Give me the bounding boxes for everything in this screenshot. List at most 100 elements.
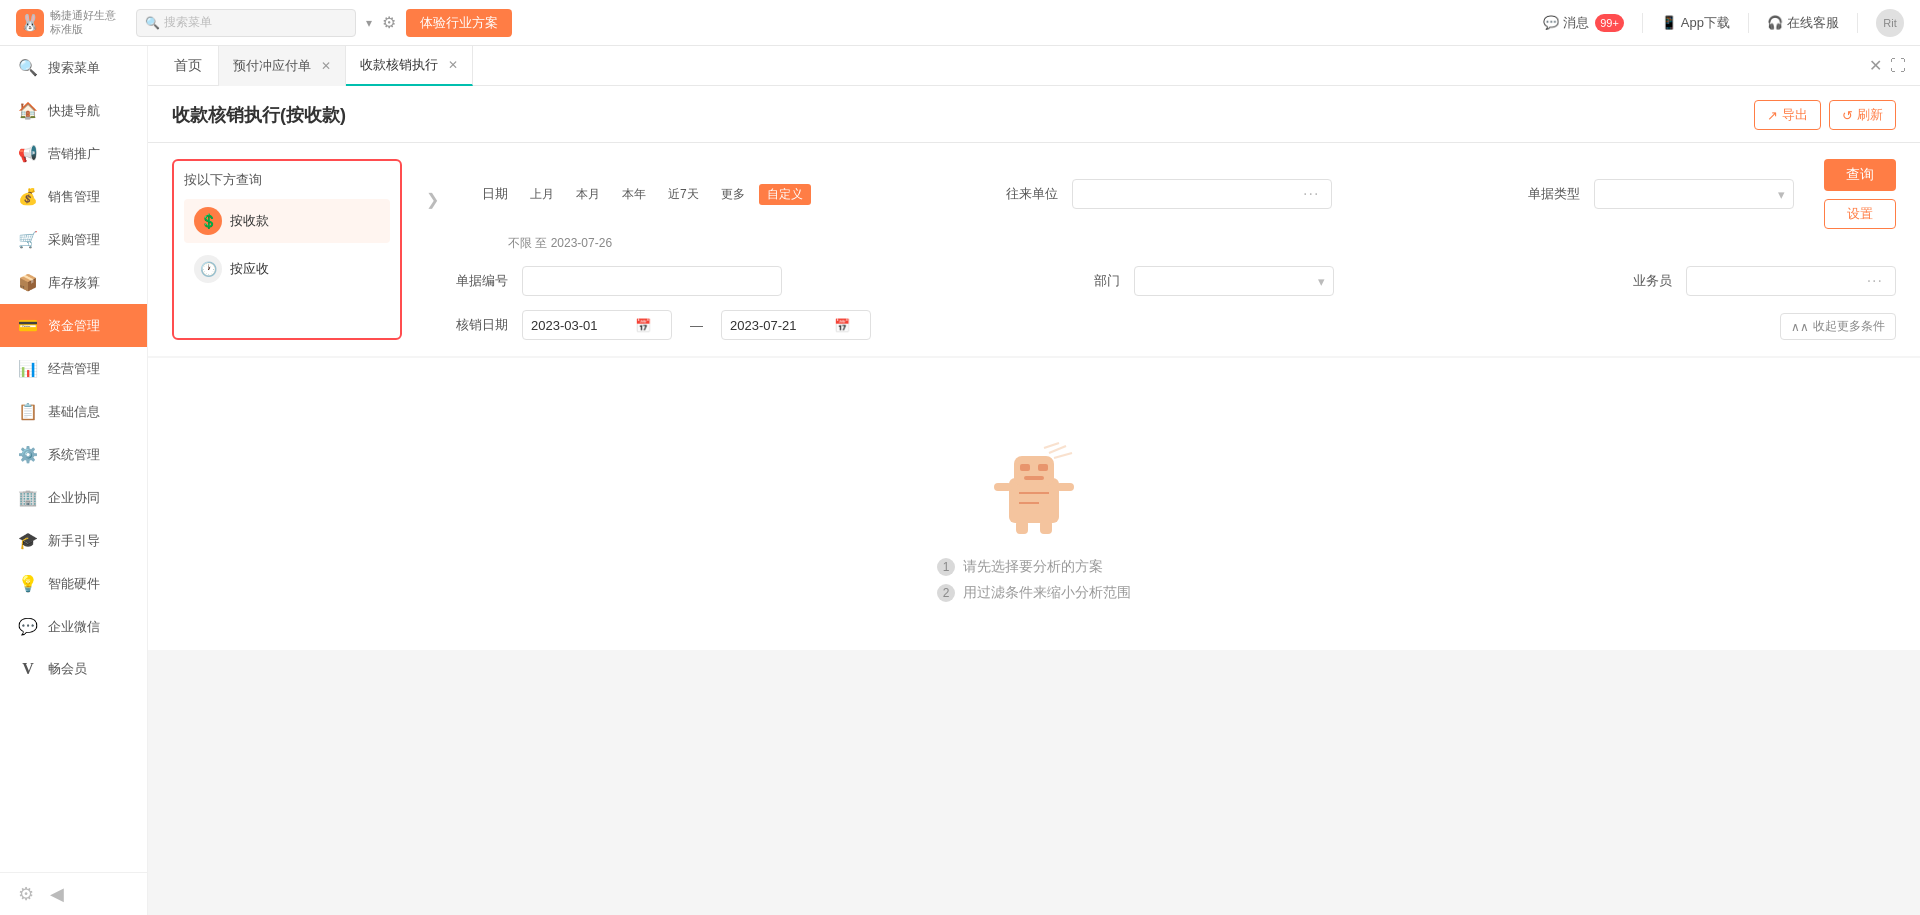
staff-dots[interactable]: ··· (1863, 272, 1887, 290)
weixin-icon: 💬 (18, 617, 38, 636)
panel-collapse-btn[interactable]: ❯ (422, 179, 442, 219)
filter-fields: 日期 上月 本月 本年 近7天 更多 自定义 往来单位 ··· (452, 159, 1896, 340)
marketing-icon: 📢 (18, 144, 38, 163)
tab-home[interactable]: 首页 (158, 46, 219, 86)
divider3 (1857, 13, 1858, 33)
tab-close-prepay[interactable]: ✕ (321, 59, 331, 73)
receivable-option-label: 按应收 (230, 260, 269, 278)
settings-button[interactable]: 设置 (1824, 199, 1896, 229)
tab-bar: 首页 预付冲应付单 ✕ 收款核销执行 ✕ ✕ ⛶ (148, 46, 1920, 86)
finance-icon: 💳 (18, 316, 38, 335)
staff-input[interactable] (1695, 274, 1863, 289)
counterpart-input-wrap: ··· (1072, 179, 1332, 209)
tab-close-receipt[interactable]: ✕ (448, 58, 458, 72)
receipt-option-label: 按收款 (230, 212, 269, 230)
date-this-month-btn[interactable]: 本月 (568, 184, 608, 205)
date-quick-btns: 上月 本月 本年 近7天 更多 自定义 (522, 184, 811, 205)
sidebar-item-system[interactable]: ⚙️ 系统管理 (0, 433, 147, 476)
tab-fullscreen-icon[interactable]: ⛶ (1890, 57, 1906, 75)
filter-by-receipt[interactable]: 💲 按收款 (184, 199, 390, 243)
svg-rect-1 (1014, 456, 1054, 486)
doc-no-input-wrap (522, 266, 782, 296)
doc-no-input[interactable] (531, 274, 773, 289)
message-action[interactable]: 💬 消息 99+ (1543, 14, 1624, 32)
staff-label: 业务员 (1616, 272, 1672, 290)
tab-prepay[interactable]: 预付冲应付单 ✕ (219, 46, 346, 86)
filter-panel: 按以下方查询 💲 按收款 🕐 按应收 ❯ 日期 上月 (148, 143, 1920, 356)
doc-type-select[interactable]: ▾ (1594, 179, 1794, 209)
sidebar-collapse-icon[interactable]: ◀ (50, 883, 64, 905)
verify-date-end-input[interactable] (730, 318, 830, 333)
home-icon: 🏠 (18, 101, 38, 120)
top-actions: 💬 消息 99+ 📱 App下载 🎧 在线客服 Rit (1543, 9, 1904, 37)
sidebar-item-hardware[interactable]: 💡 智能硬件 (0, 562, 147, 605)
sidebar-item-inventory[interactable]: 📦 库存核算 (0, 261, 147, 304)
verify-date-start-input[interactable] (531, 318, 631, 333)
verify-date-start-field: 📅 (522, 310, 672, 340)
empty-tip-2: 2 用过滤条件来缩小分析范围 (937, 584, 1131, 602)
refresh-button[interactable]: ↺ 刷新 (1829, 100, 1896, 130)
online-service-action[interactable]: 🎧 在线客服 (1767, 14, 1839, 32)
svg-rect-2 (1020, 464, 1030, 471)
empty-state: 1 请先选择要分析的方案 2 用过滤条件来缩小分析范围 (148, 358, 1920, 650)
svg-rect-8 (1056, 483, 1074, 491)
svg-rect-9 (1016, 520, 1028, 534)
divider (1642, 13, 1643, 33)
export-button[interactable]: ↗ 导出 (1754, 100, 1821, 130)
svg-rect-4 (1024, 476, 1044, 480)
svg-line-13 (1049, 446, 1066, 453)
counterpart-dots[interactable]: ··· (1299, 185, 1323, 203)
message-icon: 💬 (1543, 15, 1559, 30)
sidebar-item-finance[interactable]: 💳 资金管理 (0, 304, 147, 347)
doc-type-chevron-icon: ▾ (1778, 187, 1785, 202)
settings-gear-icon[interactable]: ⚙ (382, 13, 396, 32)
tip-num-1: 1 (937, 558, 955, 576)
receivable-option-icon: 🕐 (194, 255, 222, 283)
calendar-start-icon[interactable]: 📅 (635, 318, 651, 333)
sidebar-item-basic[interactable]: 📋 基础信息 (0, 390, 147, 433)
calendar-end-icon[interactable]: 📅 (834, 318, 850, 333)
sidebar-item-purchase[interactable]: 🛒 采购管理 (0, 218, 147, 261)
date-range-hint: 不限 至 2023-07-26 (508, 236, 612, 250)
search-chevron-icon[interactable]: ▾ (366, 16, 372, 30)
sidebar-item-marketing[interactable]: 📢 营销推广 (0, 132, 147, 175)
tab-receipt[interactable]: 收款核销执行 ✕ (346, 46, 473, 86)
refresh-icon: ↺ (1842, 108, 1853, 123)
basic-icon: 📋 (18, 402, 38, 421)
logo-icon: 🐰 (16, 9, 44, 37)
sidebar-item-search[interactable]: 🔍 搜索菜单 (0, 46, 147, 89)
sidebar-item-member[interactable]: V 畅会员 (0, 648, 147, 690)
filter-row-2: 单据编号 部门 ▾ 业务员 ··· (452, 266, 1896, 296)
date-custom-tag[interactable]: 自定义 (759, 184, 811, 205)
top-bar: 🐰 畅捷通好生意 标准版 🔍 搜索菜单 ▾ ⚙ 体验行业方案 💬 消息 99+ … (0, 0, 1920, 46)
collapse-icon: ∧∧ (1791, 320, 1809, 334)
page-area: 收款核销执行(按收款) ↗ 导出 ↺ 刷新 按以下方查询 (148, 86, 1920, 915)
filter-row-1: 日期 上月 本月 本年 近7天 更多 自定义 往来单位 ··· (452, 159, 1896, 229)
counterpart-label: 往来单位 (1002, 185, 1058, 203)
sidebar-item-sales[interactable]: 💰 销售管理 (0, 175, 147, 218)
date-7days-btn[interactable]: 近7天 (660, 184, 707, 205)
inventory-icon: 📦 (18, 273, 38, 292)
tab-close-all-icon[interactable]: ✕ (1869, 56, 1882, 75)
sidebar-settings-icon[interactable]: ⚙ (18, 883, 34, 905)
date-label: 日期 (452, 185, 508, 203)
enterprise-icon: 🏢 (18, 488, 38, 507)
sidebar-item-enterprise[interactable]: 🏢 企业协同 (0, 476, 147, 519)
filter-by-receivable[interactable]: 🕐 按应收 (184, 247, 390, 291)
tab-controls: ✕ ⛶ (1869, 56, 1910, 75)
date-last-month-btn[interactable]: 上月 (522, 184, 562, 205)
sidebar-item-quicknav[interactable]: 🏠 快捷导航 (0, 89, 147, 132)
date-this-year-btn[interactable]: 本年 (614, 184, 654, 205)
app-download-action[interactable]: 📱 App下载 (1661, 14, 1730, 32)
main-content: 首页 预付冲应付单 ✕ 收款核销执行 ✕ ✕ ⛶ 收款核销执行(按收款) ↗ 导… (148, 46, 1920, 915)
sidebar-item-weixin[interactable]: 💬 企业微信 (0, 605, 147, 648)
industry-btn[interactable]: 体验行业方案 (406, 9, 512, 37)
query-button[interactable]: 查询 (1824, 159, 1896, 191)
sidebar-item-management[interactable]: 📊 经营管理 (0, 347, 147, 390)
collapse-more-btn[interactable]: ∧∧ 收起更多条件 (1780, 313, 1896, 340)
date-more-btn[interactable]: 更多 (713, 184, 753, 205)
sidebar-item-guide[interactable]: 🎓 新手引导 (0, 519, 147, 562)
counterpart-input[interactable] (1081, 187, 1299, 202)
dept-select[interactable]: ▾ (1134, 266, 1334, 296)
user-action[interactable]: Rit (1876, 9, 1904, 37)
